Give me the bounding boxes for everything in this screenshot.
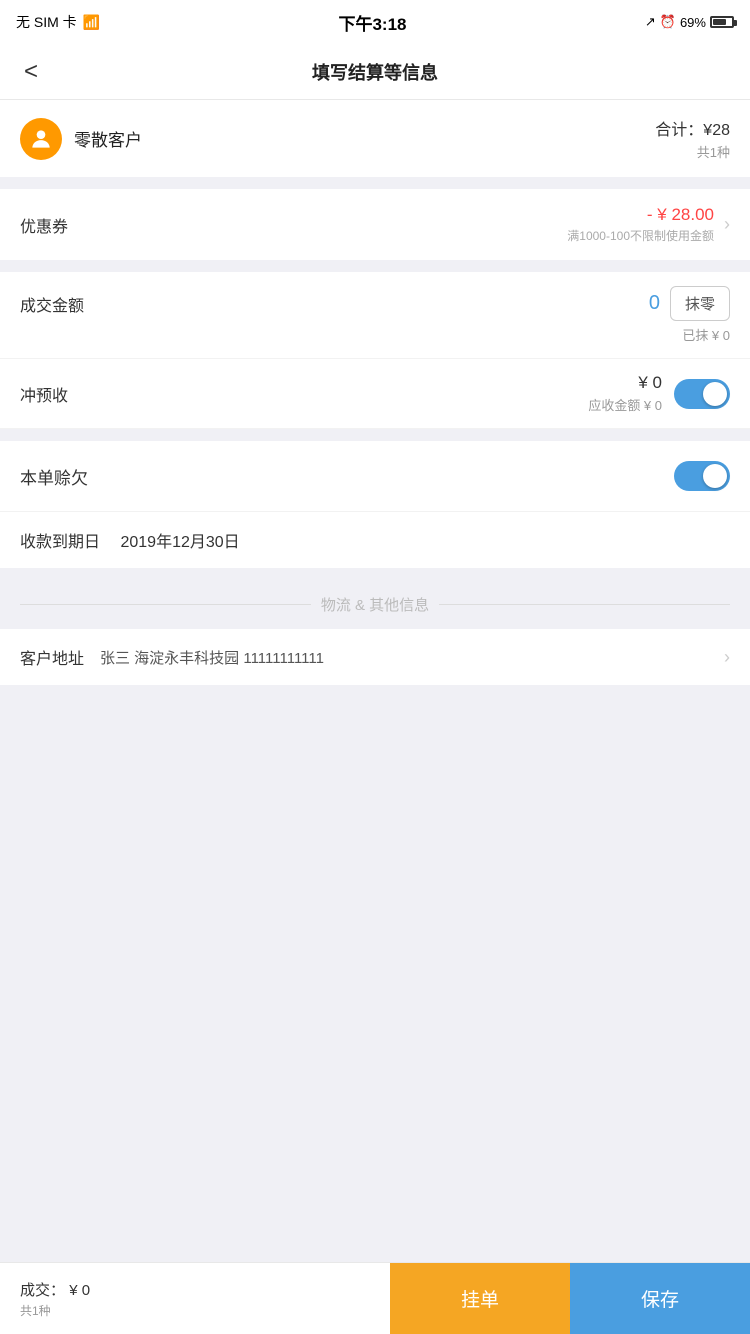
coupon-row[interactable]: 优惠券 - ¥ 28.00 满1000-100不限制使用金额 › bbox=[0, 189, 750, 260]
logistics-section-header: 物流 & 其他信息 bbox=[0, 580, 750, 629]
coupon-desc: 满1000-100不限制使用金额 bbox=[567, 227, 714, 244]
divider-2 bbox=[0, 260, 750, 272]
coupon-chevron: › bbox=[724, 214, 730, 235]
hold-button[interactable]: 挂单 bbox=[390, 1263, 570, 1334]
customer-summary: 合计：¥28 共1种 bbox=[655, 116, 730, 161]
due-date-label: 收款到期日 bbox=[20, 534, 100, 551]
battery-icon bbox=[710, 16, 734, 28]
wifi-icon: 📶 bbox=[83, 14, 100, 31]
logistics-label: 物流 & 其他信息 bbox=[321, 594, 429, 615]
transaction-right: 0 抹零 bbox=[649, 286, 730, 321]
address-chevron: › bbox=[724, 647, 730, 668]
coupon-right: - ¥ 28.00 满1000-100不限制使用金额 › bbox=[567, 205, 730, 244]
battery-percent: 69% bbox=[680, 15, 706, 30]
transaction-deducted: 已抹 ¥ 0 bbox=[20, 325, 730, 344]
customer-name: 零散客户 bbox=[74, 126, 142, 151]
divider-4 bbox=[0, 568, 750, 580]
coupon-label: 优惠券 bbox=[20, 213, 68, 237]
bottom-info: 成交： ¥ 0 共1种 bbox=[0, 1279, 390, 1319]
status-right: ↗ ⏰ 69% bbox=[645, 14, 734, 30]
due-date-value: 2019年12月30日 bbox=[120, 534, 239, 551]
total-count: 共1种 bbox=[655, 142, 730, 161]
prepaid-label: 冲预收 bbox=[20, 382, 68, 406]
debt-toggle-knob bbox=[703, 464, 727, 488]
prepaid-toggle[interactable] bbox=[674, 379, 730, 409]
prepaid-receivable: 应收金额 ¥ 0 bbox=[588, 395, 662, 414]
deducted-label: 已抹 ¥ 0 bbox=[682, 325, 730, 344]
round-button[interactable]: 抹零 bbox=[670, 286, 730, 321]
divider-1 bbox=[0, 177, 750, 189]
prepaid-amount: ¥ 0 bbox=[588, 373, 662, 393]
bottom-deal: 成交： ¥ 0 bbox=[20, 1279, 370, 1300]
customer-row: 零散客户 合计：¥28 共1种 bbox=[0, 100, 750, 177]
prepaid-values: ¥ 0 应收金额 ¥ 0 bbox=[588, 373, 662, 414]
prepaid-right: ¥ 0 应收金额 ¥ 0 bbox=[588, 373, 730, 414]
coupon-value-block: - ¥ 28.00 满1000-100不限制使用金额 bbox=[567, 205, 714, 244]
customer-left: 零散客户 bbox=[20, 118, 142, 160]
coupon-amount: - ¥ 28.00 bbox=[567, 205, 714, 225]
status-bar: 无 SIM 卡 📶 下午3:18 ↗ ⏰ 69% bbox=[0, 0, 750, 44]
debt-row: 本单赊欠 bbox=[0, 441, 750, 511]
address-label: 客户地址 bbox=[20, 645, 84, 669]
save-button[interactable]: 保存 bbox=[570, 1263, 750, 1334]
deal-amount: ¥ 0 bbox=[69, 1282, 90, 1299]
debt-label: 本单赊欠 bbox=[20, 464, 88, 489]
status-time: 下午3:18 bbox=[338, 10, 406, 35]
toggle-knob bbox=[703, 382, 727, 406]
logistics-line-right bbox=[439, 604, 730, 605]
back-button[interactable]: < bbox=[16, 50, 46, 94]
bottom-count: 共1种 bbox=[20, 1302, 370, 1319]
prepaid-row: 冲预收 ¥ 0 应收金额 ¥ 0 bbox=[0, 359, 750, 429]
transaction-label: 成交金额 bbox=[20, 292, 84, 316]
nav-bar: < 填写结算等信息 bbox=[0, 44, 750, 100]
logistics-line-left bbox=[20, 604, 311, 605]
address-value: 张三 海淀永丰科技园 11111111111 bbox=[100, 647, 708, 668]
total-amount: 合计：¥28 bbox=[655, 116, 730, 140]
due-date-row: 收款到期日 2019年12月30日 bbox=[0, 511, 750, 568]
transaction-row: 成交金额 0 抹零 已抹 ¥ 0 bbox=[0, 272, 750, 359]
empty-area bbox=[0, 685, 750, 905]
deal-label: 成交： bbox=[20, 1282, 65, 1299]
transaction-top: 成交金额 0 抹零 bbox=[20, 286, 730, 321]
sim-label: 无 SIM 卡 bbox=[16, 12, 77, 32]
divider-3 bbox=[0, 429, 750, 441]
alarm-icon: ⏰ bbox=[660, 14, 676, 30]
status-left: 无 SIM 卡 📶 bbox=[16, 12, 100, 32]
address-row[interactable]: 客户地址 张三 海淀永丰科技园 11111111111 › bbox=[0, 629, 750, 685]
transaction-value[interactable]: 0 bbox=[649, 292, 660, 315]
location-icon: ↗ bbox=[645, 14, 656, 30]
bottom-bar: 成交： ¥ 0 共1种 挂单 保存 bbox=[0, 1262, 750, 1334]
page-title: 填写结算等信息 bbox=[312, 59, 438, 85]
debt-toggle[interactable] bbox=[674, 461, 730, 491]
avatar bbox=[20, 118, 62, 160]
